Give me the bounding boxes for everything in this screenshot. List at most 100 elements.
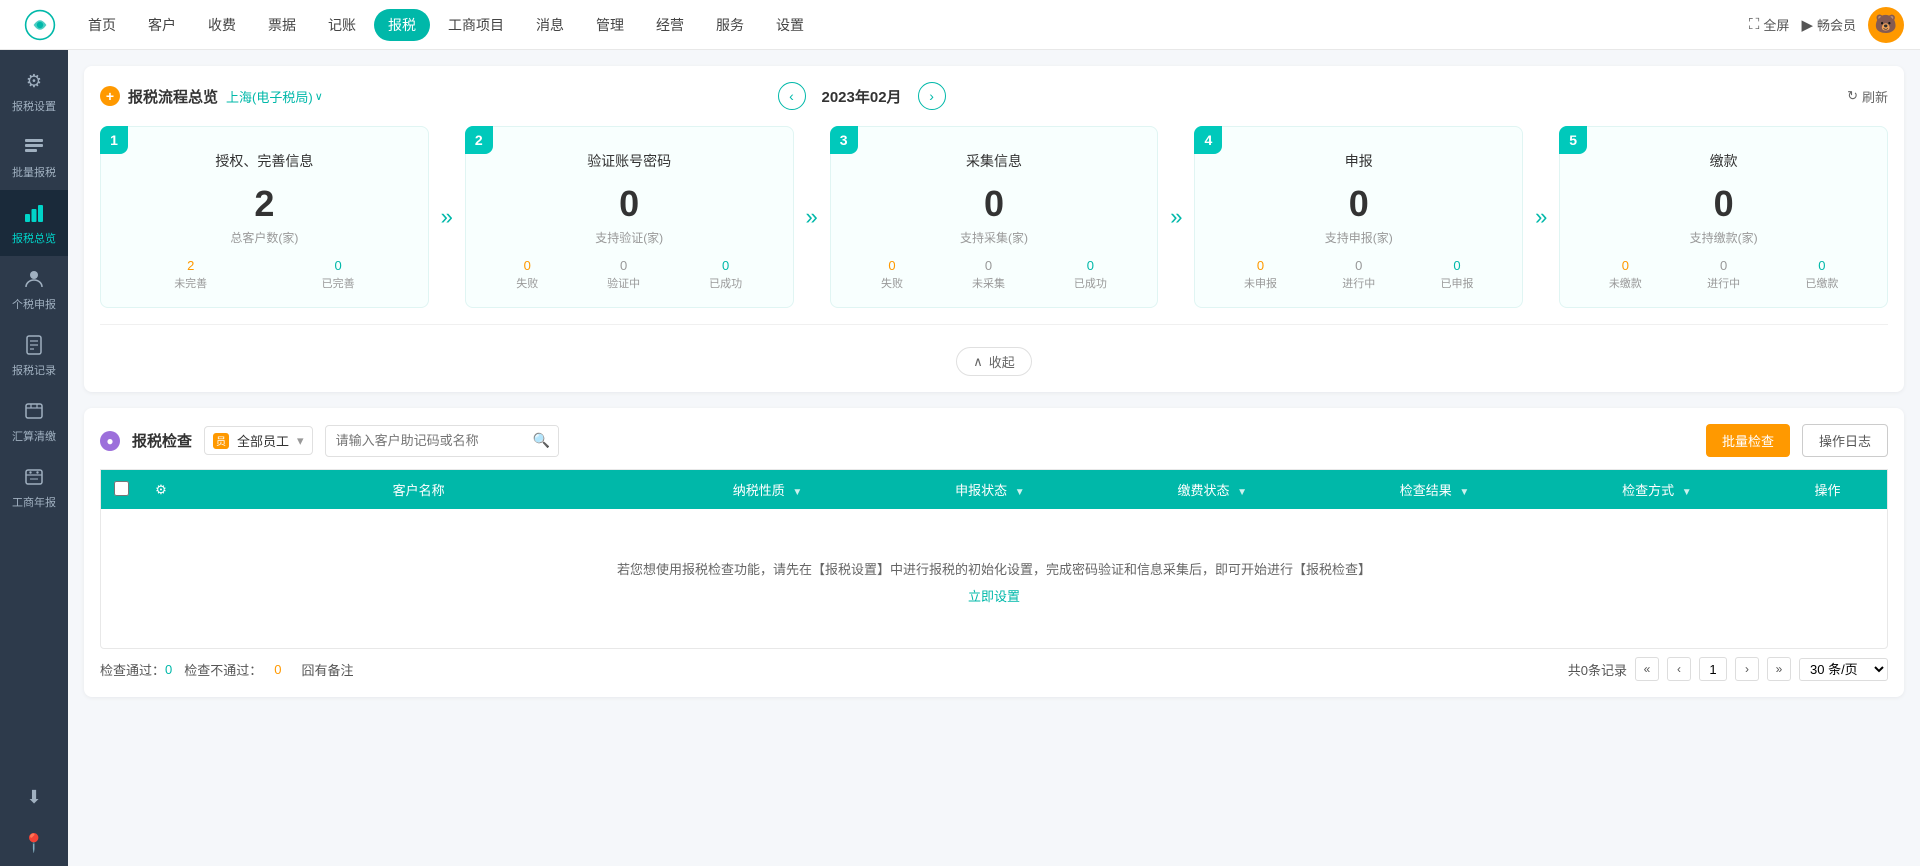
flow-steps-wrapper: 1 授权、完善信息 2 总客户数(家) 2 未完善 0 已完善 <box>100 126 1888 308</box>
sidebar-item-batch-tax[interactable]: 批量报税 <box>0 124 68 190</box>
step-stat-label-3-0: 失败 <box>881 275 903 291</box>
step-stat-val-5-2[interactable]: 0 <box>1818 258 1825 273</box>
nav-business[interactable]: 工商项目 <box>434 9 518 41</box>
step-stat-val-2-2[interactable]: 0 <box>722 258 729 273</box>
step-title-5: 缴款 <box>1576 151 1871 171</box>
nav-tax[interactable]: 报税 <box>374 9 430 41</box>
prev-page-button[interactable]: ‹ <box>1667 657 1691 681</box>
staff-selector[interactable]: 员 全部员工 ▾ <box>204 426 313 455</box>
nav-settings[interactable]: 设置 <box>762 9 818 41</box>
sidebar-item-settlement[interactable]: 汇算清缴 <box>0 388 68 454</box>
location-selector[interactable]: 上海(电子税局) <box>226 87 323 106</box>
footer-right: 共0条记录 « ‹ › » 30 条/页 50 条/页 100 条/页 <box>1568 657 1888 681</box>
sidebar-location[interactable]: 📍 <box>0 820 68 866</box>
overview-title: 报税流程总览 <box>128 86 218 107</box>
search-box: 🔍 <box>325 425 559 457</box>
first-page-button[interactable]: « <box>1635 657 1659 681</box>
step-stat-val-2-0[interactable]: 0 <box>524 258 531 273</box>
col-checkbox <box>101 470 141 509</box>
step-stats-5: 0 未缴款 0 进行中 0 已缴款 <box>1576 258 1871 291</box>
nav-service[interactable]: 服务 <box>702 9 758 41</box>
nav-operation[interactable]: 经营 <box>642 9 698 41</box>
batch-tax-icon <box>21 134 47 160</box>
sidebar-download[interactable]: ⬇ <box>0 774 68 820</box>
refresh-icon: ↻ <box>1847 88 1858 104</box>
table-wrapper: ⚙ 客户名称 纳税性质 ▼ 申报状态 ▼ <box>100 469 1888 649</box>
step-stat-val-3-0[interactable]: 0 <box>888 258 895 273</box>
step-stat-val-3-2[interactable]: 0 <box>1087 258 1094 273</box>
step-number-1: 1 <box>100 126 128 154</box>
filter-icon-4[interactable]: ▼ <box>1459 487 1469 498</box>
step-number-4: 4 <box>1194 126 1222 154</box>
sidebar-item-overview[interactable]: 报税总览 <box>0 190 68 256</box>
step-stats-1: 2 未完善 0 已完善 <box>117 258 412 291</box>
step-stat-val-4-2[interactable]: 0 <box>1453 258 1460 273</box>
sidebar-item-annual-report[interactable]: 工商年报 <box>0 454 68 520</box>
sidebar-item-tax-settings[interactable]: ⚙ 报税设置 <box>0 58 68 124</box>
page-input[interactable] <box>1699 657 1727 681</box>
nav-client[interactable]: 客户 <box>134 9 190 41</box>
operation-log-button[interactable]: 操作日志 <box>1802 424 1888 457</box>
step-sublabel-2: 支持验证(家) <box>482 229 777 246</box>
next-month-button[interactable]: › <box>918 82 946 110</box>
flow-step-4: 4 申报 0 支持申报(家) 0 未申报 0 进行中 <box>1194 126 1523 308</box>
vip-icon: ▶ <box>1801 16 1813 34</box>
fail-count[interactable]: 0 <box>274 662 281 677</box>
next-page-button[interactable]: › <box>1735 657 1759 681</box>
last-page-button[interactable]: » <box>1767 657 1791 681</box>
filter-icon-3[interactable]: ▼ <box>1237 487 1247 498</box>
select-all-checkbox[interactable] <box>114 481 129 496</box>
nav-management[interactable]: 管理 <box>582 9 638 41</box>
step-stat-val-2-1: 0 <box>620 258 627 273</box>
nav-items: 首页 客户 收费 票据 记账 报税 工商项目 消息 管理 经营 服务 设置 <box>74 9 1749 41</box>
sidebar-item-individual-tax[interactable]: 个税申报 <box>0 256 68 322</box>
step-stat-val-1-1[interactable]: 0 <box>334 258 341 273</box>
step-stat-3-0: 0 失败 <box>881 258 903 291</box>
arrow-3: » <box>1158 204 1194 230</box>
step-title-4: 申报 <box>1211 151 1506 171</box>
pass-count[interactable]: 0 <box>165 662 172 677</box>
overview-header: + 报税流程总览 上海(电子税局) ‹ 2023年02月 › ↻ 刷新 <box>100 82 1888 110</box>
step-stat-4-0: 0 未申报 <box>1244 258 1277 291</box>
step-stat-label-2-2: 已成功 <box>709 275 742 291</box>
vip-button[interactable]: ▶ 畅会员 <box>1801 15 1856 34</box>
arrow-1: » <box>429 204 465 230</box>
per-page-select[interactable]: 30 条/页 50 条/页 100 条/页 <box>1799 658 1888 681</box>
filter-icon-1[interactable]: ▼ <box>792 487 802 498</box>
nav-invoice[interactable]: 票据 <box>254 9 310 41</box>
col-payment-status: 缴费状态 ▼ <box>1101 470 1323 509</box>
flow-step-2: 2 验证账号密码 0 支持验证(家) 0 失败 0 验证中 <box>465 126 794 308</box>
collapse-button[interactable]: ∧ 收起 <box>956 347 1032 376</box>
nav-home[interactable]: 首页 <box>74 9 130 41</box>
filter-icon-2[interactable]: ▼ <box>1015 487 1025 498</box>
search-icon: 🔍 <box>533 432 550 449</box>
nav-message[interactable]: 消息 <box>522 9 578 41</box>
fullscreen-button[interactable]: ⛶ 全屏 <box>1749 15 1790 34</box>
main-layout: ⚙ 报税设置 批量报税 报税总览 <box>0 50 1920 866</box>
prev-month-button[interactable]: ‹ <box>778 82 806 110</box>
nav-fee[interactable]: 收费 <box>194 9 250 41</box>
batch-check-button[interactable]: 批量检查 <box>1706 424 1790 457</box>
step-stat-label-2-1: 验证中 <box>607 275 640 291</box>
pass-label: 检查通过： <box>100 660 165 679</box>
collapse-area: ∧ 收起 <box>100 324 1888 376</box>
refresh-button[interactable]: ↻ 刷新 <box>1847 87 1888 106</box>
nav-bookkeeping[interactable]: 记账 <box>314 9 370 41</box>
search-input[interactable] <box>326 428 526 453</box>
step-stat-val-5-0[interactable]: 0 <box>1622 258 1629 273</box>
user-avatar[interactable]: 🐻 <box>1868 7 1904 43</box>
app-logo <box>16 1 64 49</box>
step-sublabel-5: 支持缴款(家) <box>1576 229 1871 246</box>
filter-icon-5[interactable]: ▼ <box>1682 487 1692 498</box>
sidebar-item-tax-record[interactable]: 报税记录 <box>0 322 68 388</box>
search-button[interactable]: 🔍 <box>526 426 558 456</box>
setup-link[interactable]: 立即设置 <box>133 586 1855 605</box>
step-stat-val-1-0[interactable]: 2 <box>187 258 194 273</box>
step-stat-label-3-1: 未采集 <box>972 275 1005 291</box>
step-stat-val-4-0[interactable]: 0 <box>1257 258 1264 273</box>
step-stat-1-1: 0 已完善 <box>322 258 355 291</box>
step-stats-2: 0 失败 0 验证中 0 已成功 <box>482 258 777 291</box>
col-gear[interactable]: ⚙ <box>141 470 181 509</box>
individual-tax-icon <box>21 266 47 292</box>
step-stat-4-2: 0 已申报 <box>1441 258 1474 291</box>
